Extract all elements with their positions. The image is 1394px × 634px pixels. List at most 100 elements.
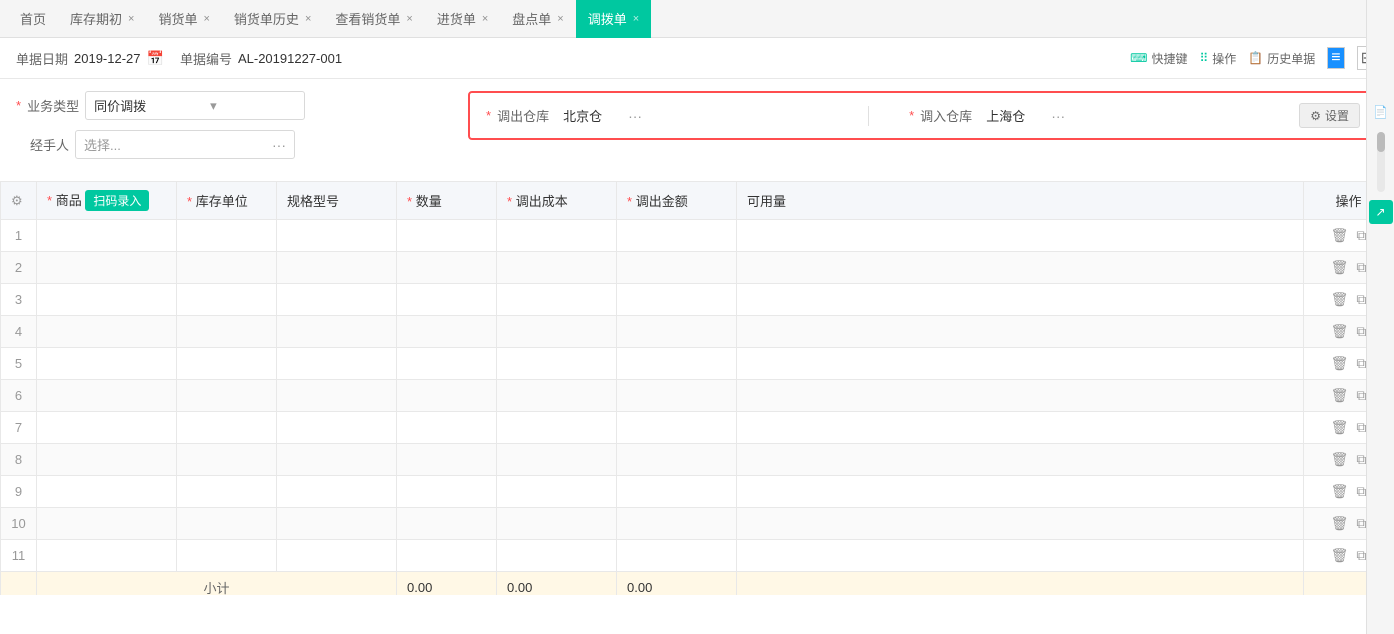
row-2-cost[interactable] [497,252,617,284]
col-spec: 规格型号 [277,182,397,220]
row-2-amount[interactable] [617,252,737,284]
tab-view-sales[interactable]: 查看销货单 × [323,0,424,38]
copy-row-8-icon[interactable]: ⧉ [1356,451,1366,468]
handler-more-icon[interactable]: ··· [272,137,286,153]
operations-button[interactable]: ⠿ 操作 [1199,50,1236,67]
scan-button[interactable]: 扫码录入 [85,190,149,211]
warehouse-in-required: * [909,108,914,123]
history-docs-button[interactable]: 📋 历史单据 [1248,50,1315,67]
handler-placeholder: 选择... [84,135,121,154]
row-1-spec[interactable] [277,220,397,252]
handler-input[interactable]: 选择... ··· [75,130,295,159]
delete-row-9-icon[interactable]: 🗑 [1331,483,1349,500]
delete-row-7-icon[interactable]: 🗑 [1331,419,1349,436]
toolbar-right: ⌨ 快捷键 ⠿ 操作 📋 历史单据 ≡ ⊞ [1130,46,1378,70]
tab-close-purchase-order[interactable]: × [482,13,488,25]
scrollbar-track [1377,132,1385,192]
tab-close-sales-history[interactable]: × [305,13,311,25]
subtotal-row: 小计 0.00 0.00 0.00 [1,572,1394,596]
row-3-qty[interactable] [397,284,497,316]
row-3-product[interactable] [37,284,177,316]
delete-row-6-icon[interactable]: 🗑 [1331,387,1349,404]
doc-no-label: 单据编号 [180,49,232,68]
tab-close-inventory-init[interactable]: × [128,13,134,25]
tab-inventory-count[interactable]: 盘点单 × [500,0,575,38]
delete-row-11-icon[interactable]: 🗑 [1331,547,1349,564]
tab-inventory-init[interactable]: 库存期初 × [58,0,146,38]
copy-row-9-icon[interactable]: ⧉ [1356,483,1366,500]
delete-row-8-icon[interactable]: 🗑 [1331,451,1349,468]
row-3-unit[interactable] [177,284,277,316]
table-header-row: ⚙ * 商品 扫码录入 * 库存单位 规格型号 * [1,182,1394,220]
operations-icon: ⠿ [1199,51,1208,65]
col-qty: * 数量 [397,182,497,220]
tab-sales-order[interactable]: 销货单 × [146,0,221,38]
business-type-required: * [16,98,21,113]
row-1-cost[interactable] [497,220,617,252]
delete-row-3-icon[interactable]: 🗑 [1331,291,1349,308]
table-container: ⚙ * 商品 扫码录入 * 库存单位 规格型号 * [0,181,1394,595]
doc-no-value: AL-20191227-001 [238,51,342,66]
date-field-group: 单据日期 2019-12-27 📅 [16,49,164,68]
tab-sales-history[interactable]: 销货单历史 × [222,0,323,38]
row-3-cost[interactable] [497,284,617,316]
business-type-input[interactable]: 同价调拨 ▾ [85,91,305,120]
row-num-1: 1 [1,220,37,252]
delete-row-1-icon[interactable]: 🗑 [1331,227,1349,244]
table-row: 3 🗑 ⧉ [1,284,1394,316]
tab-purchase-order[interactable]: 进货单 × [425,0,500,38]
copy-row-3-icon[interactable]: ⧉ [1356,291,1366,308]
row-2-unit[interactable] [177,252,277,284]
copy-row-11-icon[interactable]: ⧉ [1356,547,1366,564]
delete-row-10-icon[interactable]: 🗑 [1331,515,1349,532]
copy-row-6-icon[interactable]: ⧉ [1356,387,1366,404]
table-row: 2 🗑 ⧉ [1,252,1394,284]
tab-close-inventory-count[interactable]: × [557,13,563,25]
row-1-unit[interactable] [177,220,277,252]
scrollbar-thumb[interactable] [1377,132,1385,152]
table-row: 10 🗑⧉ [1,508,1394,540]
tab-close-sales-order[interactable]: × [203,13,209,25]
date-value: 2019-12-27 [74,51,141,66]
warehouse-out-more-icon[interactable]: ··· [628,108,642,124]
warehouse-in-more-icon[interactable]: ··· [1051,108,1065,124]
view-list-button[interactable]: ≡ [1327,47,1344,69]
tab-close-view-sales[interactable]: × [406,13,412,25]
settings-label: 设置 [1325,107,1349,124]
handler-field: 经手人 选择... ··· [16,130,295,159]
row-2-product[interactable] [37,252,177,284]
settings-button[interactable]: ⚙ 设置 [1299,103,1360,128]
tab-transfer-order[interactable]: 调拨单 × [576,0,651,38]
warehouse-in-label: 调入仓库 [920,106,972,125]
delete-row-2-icon[interactable]: 🗑 [1331,259,1349,276]
business-type-row: * 业务类型 同价调拨 ▾ [16,91,456,120]
copy-row-1-icon[interactable]: ⧉ [1356,227,1366,244]
table-gear-icon[interactable]: ⚙ [11,193,23,208]
copy-row-7-icon[interactable]: ⧉ [1356,419,1366,436]
col-gear: ⚙ [1,182,37,220]
copy-row-4-icon[interactable]: ⧉ [1356,323,1366,340]
copy-row-10-icon[interactable]: ⧉ [1356,515,1366,532]
row-1-amount[interactable] [617,220,737,252]
list-view-icon: ≡ [1327,47,1344,69]
copy-row-2-icon[interactable]: ⧉ [1356,259,1366,276]
side-panel: 📄 ↗ [1366,0,1394,634]
row-3-amount[interactable] [617,284,737,316]
shortcut-button[interactable]: ⌨ 快捷键 [1130,50,1187,67]
row-1-product[interactable] [37,220,177,252]
row-2-spec[interactable] [277,252,397,284]
subtotal-qty: 0.00 [397,572,497,596]
side-export-button[interactable]: ↗ [1369,200,1393,224]
delete-row-4-icon[interactable]: 🗑 [1331,323,1349,340]
copy-row-5-icon[interactable]: ⧉ [1356,355,1366,372]
row-3-spec[interactable] [277,284,397,316]
col-unit: * 库存单位 [177,182,277,220]
tab-close-transfer-order[interactable]: × [633,13,639,25]
calendar-icon[interactable]: 📅 [147,50,164,67]
row-2-qty[interactable] [397,252,497,284]
side-doc-button[interactable]: 📄 [1369,100,1393,124]
tab-home[interactable]: 首页 [8,0,58,38]
row-1-qty[interactable] [397,220,497,252]
delete-row-5-icon[interactable]: 🗑 [1331,355,1349,372]
col-available: 可用量 [737,182,1304,220]
